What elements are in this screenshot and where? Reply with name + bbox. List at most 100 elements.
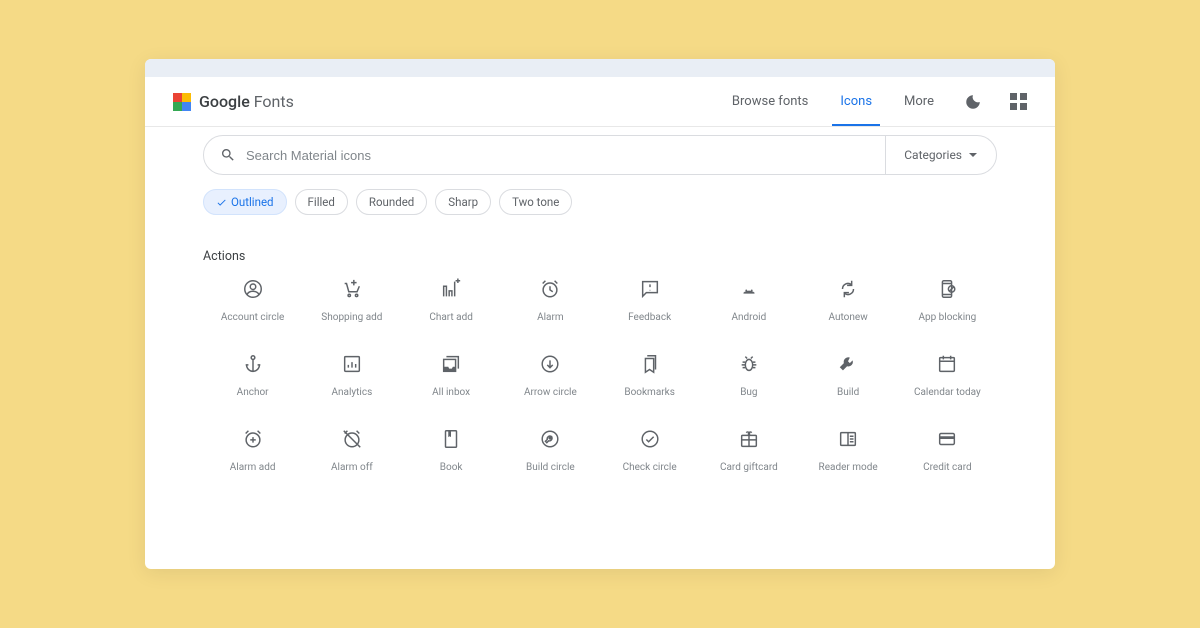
icon-all-inbox[interactable]: All inbox [402,353,501,398]
icon-label: App blocking [918,312,976,323]
icon-credit-card[interactable]: Credit card [898,428,997,473]
icon-label: Autonew [829,312,868,323]
icon-check-circle[interactable]: Check circle [600,428,699,473]
search-icon [220,147,236,163]
icon-label: Build circle [526,462,575,473]
icon-label: Calendar today [914,387,981,398]
chip-filled[interactable]: Filled [295,189,348,215]
book-icon [440,428,462,450]
app-window: Google Fonts Browse fonts Icons More Cat… [145,59,1055,569]
icon-label: Credit card [923,462,972,473]
nav-icons[interactable]: Icons [838,78,874,125]
search-input[interactable] [246,148,869,163]
icon-shopping-add[interactable]: Shopping add [302,278,401,323]
icon-bookmarks[interactable]: Bookmarks [600,353,699,398]
icon-account-circle[interactable]: Account circle [203,278,302,323]
alarm-add-icon [242,428,264,450]
icon-label: Alarm add [230,462,276,473]
icon-label: Alarm [537,312,564,323]
chart-add-icon [440,278,462,300]
search-box[interactable] [204,136,885,174]
section-title: Actions [203,249,997,264]
icon-app-blocking[interactable]: App blocking [898,278,997,323]
icon-label: Android [731,312,766,323]
icon-label: Arrow circle [524,387,577,398]
icon-analytics[interactable]: Analytics [302,353,401,398]
apps-grid-icon[interactable] [1010,93,1027,110]
icon-anchor[interactable]: Anchor [203,353,302,398]
build-circle-icon [539,428,561,450]
icon-label: Reader mode [819,462,878,473]
brand-text: Google Fonts [199,92,294,111]
icon-alarm-add[interactable]: Alarm add [203,428,302,473]
arrow-circle-down-icon [539,353,561,375]
icon-build-circle[interactable]: Build circle [501,428,600,473]
icon-label: Chart add [429,312,473,323]
categories-dropdown[interactable]: Categories [885,136,996,174]
icon-label: Bookmarks [624,387,675,398]
icon-autorenew[interactable]: Autonew [799,278,898,323]
credit-card-icon [936,428,958,450]
shopping-cart-add-icon [341,278,363,300]
chip-twotone[interactable]: Two tone [499,189,572,215]
google-logo-icon [173,93,191,111]
account-circle-icon [242,278,264,300]
chip-rounded[interactable]: Rounded [356,189,427,215]
all-inbox-icon [440,353,462,375]
app-blocking-icon [936,278,958,300]
icon-alarm-off[interactable]: Alarm off [302,428,401,473]
autorenew-icon [837,278,859,300]
browser-chrome-bar [145,59,1055,77]
icon-label: All inbox [432,387,470,398]
search-row: Categories [203,135,997,175]
dark-mode-icon[interactable] [964,93,982,111]
icon-label: Shopping add [321,312,382,323]
chip-outlined-label: Outlined [231,195,274,209]
icon-feedback[interactable]: Feedback [600,278,699,323]
nav-more[interactable]: More [902,78,936,125]
nav-browse-fonts[interactable]: Browse fonts [730,78,810,125]
icon-reader-mode[interactable]: Reader mode [799,428,898,473]
analytics-icon [341,353,363,375]
android-icon [738,278,760,300]
icon-label: Analytics [332,387,373,398]
icon-label: Feedback [628,312,671,323]
icon-calendar-today[interactable]: Calendar today [898,353,997,398]
icon-label: Build [837,387,859,398]
alarm-off-icon [341,428,363,450]
top-nav: Browse fonts Icons More [730,78,1027,125]
alarm-icon [539,278,561,300]
icon-book[interactable]: Book [402,428,501,473]
icon-card-giftcard[interactable]: Card giftcard [699,428,798,473]
chevron-down-icon [968,150,978,160]
icon-bug[interactable]: Bug [699,353,798,398]
bug-icon [738,353,760,375]
feedback-icon [639,278,661,300]
icon-grid: Account circle Shopping add Chart add Al… [203,278,997,473]
brand-google: Google [199,92,250,111]
logo[interactable]: Google Fonts [173,92,730,111]
icon-arrow-circle[interactable]: Arrow circle [501,353,600,398]
icon-chart-add[interactable]: Chart add [402,278,501,323]
icon-label: Book [440,462,463,473]
icon-label: Alarm off [331,462,373,473]
icon-android[interactable]: Android [699,278,798,323]
check-icon [216,197,227,208]
style-chips: Outlined Filled Rounded Sharp Two tone [203,189,997,215]
chip-sharp[interactable]: Sharp [435,189,491,215]
icon-label: Account circle [221,312,284,323]
categories-label: Categories [904,148,962,162]
icon-label: Card giftcard [720,462,778,473]
wrench-icon [837,353,859,375]
chip-outlined[interactable]: Outlined [203,189,287,215]
calendar-icon [936,353,958,375]
anchor-icon [242,353,264,375]
reader-mode-icon [837,428,859,450]
icon-label: Check circle [623,462,677,473]
content: Categories Outlined Filled Rounded Sharp… [145,127,1055,473]
icon-alarm[interactable]: Alarm [501,278,600,323]
icon-label: Bug [740,387,757,398]
check-circle-icon [639,428,661,450]
icon-build[interactable]: Build [799,353,898,398]
header: Google Fonts Browse fonts Icons More [145,77,1055,127]
